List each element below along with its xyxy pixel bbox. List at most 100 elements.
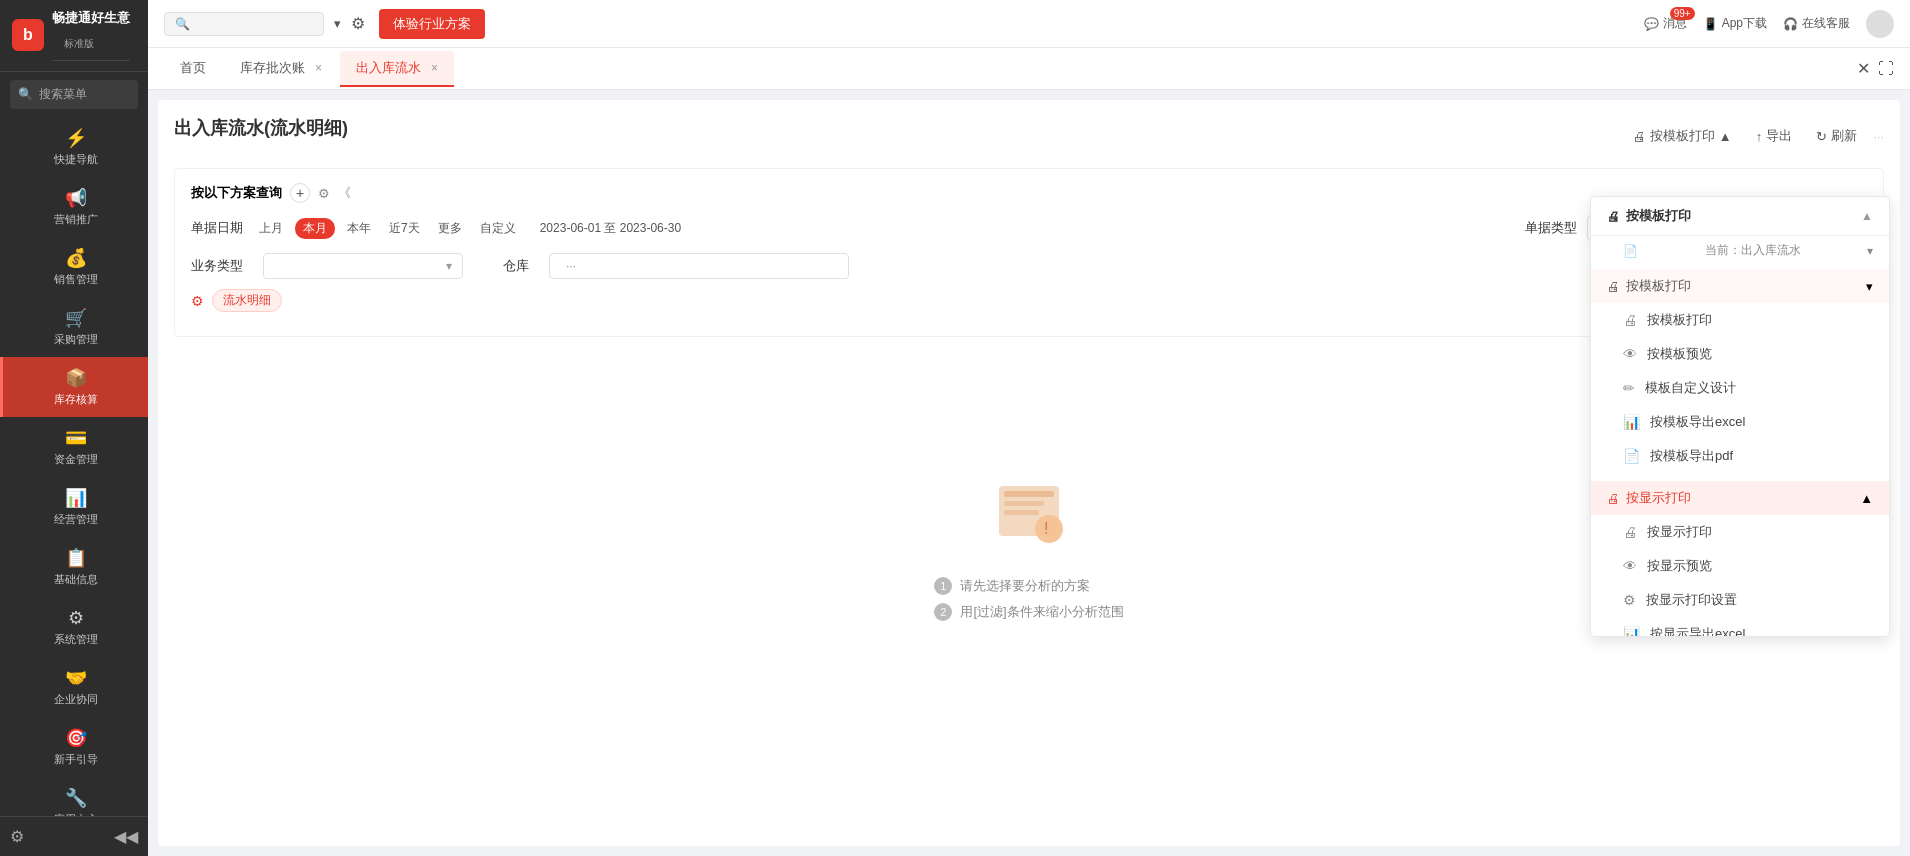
logo-area: b 畅捷通好生意 标准版	[0, 0, 148, 72]
print-dropdown-panel: 🖨 按模板打印 ▲ 📄 当前：出入库流水 ▾	[1590, 196, 1890, 637]
marketing-icon: 📢	[65, 187, 87, 209]
online-service-btn[interactable]: 🎧 在线客服	[1783, 15, 1850, 32]
topbar-dropdown-arrow[interactable]: ▾	[334, 16, 341, 31]
active-filter-icon: ⚙	[191, 293, 204, 309]
quicknav-icon: ⚡	[65, 127, 87, 149]
empty-icon: !	[979, 461, 1079, 561]
message-icon: 💬	[1644, 17, 1659, 31]
message-btn[interactable]: 💬 消息 99+	[1644, 15, 1687, 32]
logo-icon: b	[12, 19, 44, 51]
date-tab-custom[interactable]: 自定义	[474, 218, 522, 239]
filter-tags: ⚙ 流水明细	[191, 289, 282, 312]
biz-type-label: 业务类型	[191, 257, 243, 275]
basic-icon: 📋	[65, 547, 87, 569]
sidebar-settings-button[interactable]: ⚙	[10, 827, 24, 846]
biz-type-select[interactable]: ▾	[263, 253, 463, 279]
sidebar-item-operations[interactable]: 📊 经营管理	[0, 477, 148, 537]
warehouse-more-icon: ···	[566, 259, 576, 273]
sidebar-item-collab[interactable]: 🤝 企业协同	[0, 657, 148, 717]
pdf-icon: 📄	[1623, 448, 1640, 464]
tab-batch-account[interactable]: 库存批次账 ×	[224, 51, 338, 87]
panel-header: 🖨 按模板打印 ▲	[1591, 197, 1889, 236]
avatar-image	[1866, 10, 1894, 38]
add-filter-btn[interactable]: +	[290, 183, 310, 203]
sidebar-item-appcenter[interactable]: 🔧 应用中心	[0, 777, 148, 816]
date-tab-this-month[interactable]: 本月	[295, 218, 335, 239]
panel-item-display-print[interactable]: 🖨 按显示打印	[1591, 515, 1889, 549]
tab-maximize-btn[interactable]: ⛶	[1878, 59, 1894, 78]
page-content: 出入库流水(流水明细) 🖨 按模板打印 ▲ ↑ 导出 ↻	[148, 90, 1910, 856]
date-tab-7days[interactable]: 近7天	[383, 218, 426, 239]
sidebar-nav: ⚡ 快捷导航 📢 营销推广 💰 销售管理 🛒 采购管理 📦 库存核算 💳	[0, 117, 148, 816]
empty-step-2: 2 用[过滤]条件来缩小分析范围	[934, 603, 1123, 621]
topbar-gear-icon[interactable]: ⚙	[351, 14, 365, 33]
print-template-btn[interactable]: 🖨 按模板打印 ▲	[1625, 123, 1740, 149]
sidebar-item-inventory[interactable]: 📦 库存核算	[0, 357, 148, 417]
appcenter-icon: 🔧	[65, 787, 87, 809]
panel-item-template-pdf[interactable]: 📄 按模板导出pdf	[1591, 439, 1889, 473]
tab-close-flow[interactable]: ×	[431, 61, 438, 75]
page-title: 出入库流水(流水明细)	[174, 116, 348, 140]
sidebar-item-finance[interactable]: 💳 资金管理	[0, 417, 148, 477]
display-section-icon: 🖨	[1607, 491, 1620, 506]
template-section-header[interactable]: 🖨 按模板打印 ▾	[1591, 269, 1889, 303]
tab-window-controls: ✕ ⛶	[1857, 59, 1894, 78]
sidebar-item-system[interactable]: ⚙ 系统管理	[0, 597, 148, 657]
panel-display-section: 🖨 按显示打印 ▲ 🖨 按显示打印 👁 按显	[1591, 477, 1889, 636]
panel-template-section: 🖨 按模板打印 ▾ 🖨 按模板打印 👁 按模	[1591, 265, 1889, 477]
refresh-icon: ↻	[1816, 129, 1827, 144]
svg-text:!: !	[1044, 520, 1048, 537]
sidebar-item-marketing[interactable]: 📢 营销推广	[0, 177, 148, 237]
date-tabs: 上月 本月 本年 近7天 更多 自定义	[253, 218, 522, 239]
panel-item-display-excel[interactable]: 📊 按显示导出excel	[1591, 617, 1889, 636]
filter-collapse-btn[interactable]: 《	[338, 184, 351, 202]
tab-close-window-btn[interactable]: ✕	[1857, 59, 1870, 78]
display-excel-icon: 📊	[1623, 626, 1640, 636]
empty-step-1: 1 请先选择要分析的方案	[934, 577, 1123, 595]
sidebar-footer: ⚙ ◀◀	[0, 816, 148, 856]
date-tab-last-month[interactable]: 上月	[253, 218, 289, 239]
panel-item-template-excel[interactable]: 📊 按模板导出excel	[1591, 405, 1889, 439]
sidebar-collapse-button[interactable]: ◀◀	[114, 827, 138, 846]
panel-item-display-settings[interactable]: ⚙ 按显示打印设置	[1591, 583, 1889, 617]
sales-icon: 💰	[65, 247, 87, 269]
sidebar-item-quicknav[interactable]: ⚡ 快捷导航	[0, 117, 148, 177]
printer-small-icon: 🖨	[1623, 312, 1637, 328]
refresh-btn[interactable]: ↻ 刷新	[1808, 123, 1865, 149]
printer-icon: 🖨	[1633, 129, 1646, 144]
search-icon: 🔍	[18, 87, 33, 101]
tab-home[interactable]: 首页	[164, 51, 222, 87]
sidebar-item-sales[interactable]: 💰 销售管理	[0, 237, 148, 297]
panel-item-template-print[interactable]: 🖨 按模板打印	[1591, 303, 1889, 337]
topbar-right: 💬 消息 99+ 📱 App下载 🎧 在线客服	[1644, 10, 1894, 38]
panel-item-template-design[interactable]: ✏ 模板自定义设计	[1591, 371, 1889, 405]
panel-item-template-preview[interactable]: 👁 按模板预览	[1591, 337, 1889, 371]
export-btn[interactable]: ↑ 导出	[1748, 123, 1801, 149]
page-inner: 出入库流水(流水明细) 🖨 按模板打印 ▲ ↑ 导出 ↻	[158, 100, 1900, 846]
sidebar-item-guide[interactable]: 🎯 新手引导	[0, 717, 148, 777]
panel-item-display-preview[interactable]: 👁 按显示预览	[1591, 549, 1889, 583]
panel-collapse-icon[interactable]: ▲	[1861, 209, 1873, 223]
filter-tag-item: 流水明细	[212, 289, 282, 312]
tab-inventory-flow[interactable]: 出入库流水 ×	[340, 51, 454, 87]
warehouse-select[interactable]: ···	[549, 253, 849, 279]
filter-settings-btn[interactable]: ⚙	[318, 186, 330, 201]
biz-arrow: ▾	[446, 259, 452, 273]
topbar-search-icon: 🔍	[175, 17, 190, 31]
date-tab-this-year[interactable]: 本年	[341, 218, 377, 239]
filter-label: 按以下方案查询	[191, 184, 282, 202]
date-tab-more[interactable]: 更多	[432, 218, 468, 239]
search-menu-button[interactable]: 🔍 搜索菜单	[10, 80, 138, 109]
main-area: 🔍 ▾ ⚙ 体验行业方案 💬 消息 99+ 📱 App下载 🎧 在线客服	[148, 0, 1910, 856]
display-section-header[interactable]: 🖨 按显示打印 ▲	[1591, 481, 1889, 515]
purchase-icon: 🛒	[65, 307, 87, 329]
sidebar-item-basic[interactable]: 📋 基础信息	[0, 537, 148, 597]
sidebar-search-area: 🔍 搜索菜单	[0, 72, 148, 117]
tab-close-batch[interactable]: ×	[315, 61, 322, 75]
user-avatar[interactable]	[1866, 10, 1894, 38]
doc-type-label: 单据类型	[1525, 219, 1577, 237]
trial-btn[interactable]: 体验行业方案	[379, 9, 485, 39]
app-download-btn[interactable]: 📱 App下载	[1703, 15, 1767, 32]
display-settings-icon: ⚙	[1623, 592, 1636, 608]
sidebar-item-purchase[interactable]: 🛒 采购管理	[0, 297, 148, 357]
